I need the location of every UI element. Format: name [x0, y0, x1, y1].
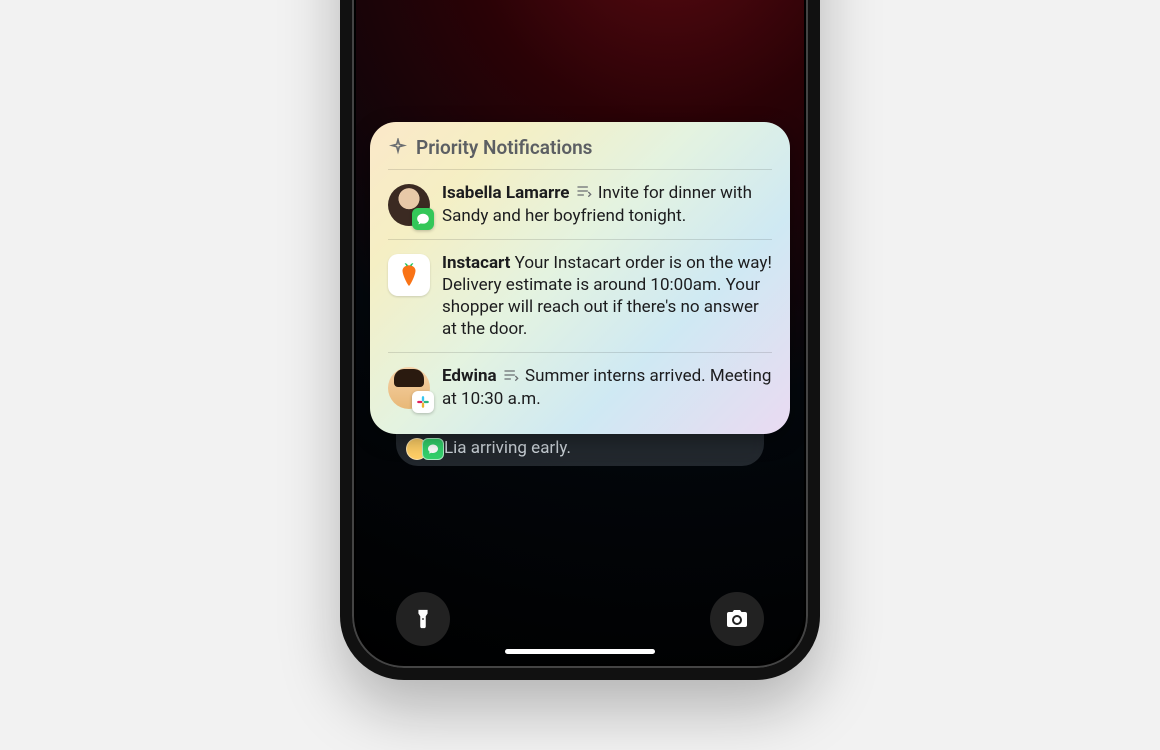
- messages-app-icon: [422, 438, 444, 460]
- background-notification-apps: [406, 438, 444, 460]
- lock-screen-bottom-bar: [356, 592, 804, 646]
- notification-sender: Edwina: [442, 366, 497, 386]
- messages-app-badge-icon: [412, 208, 434, 230]
- flashlight-button[interactable]: [396, 592, 450, 646]
- notification-text: Isabella Lamarre Invite for dinner with …: [442, 182, 772, 227]
- slack-app-badge-icon: [412, 391, 434, 413]
- summary-glyph-icon: [576, 182, 592, 204]
- notification-sender: Instacart: [442, 253, 510, 273]
- flashlight-icon: [412, 608, 434, 630]
- notification-row[interactable]: Instacart Your Instacart order is on the…: [388, 239, 772, 352]
- notification-row[interactable]: Isabella Lamarre Invite for dinner with …: [388, 169, 772, 239]
- notification-avatar: [388, 254, 430, 296]
- priority-sparkle-icon: [388, 138, 408, 158]
- notification-avatar: [388, 184, 430, 226]
- notification-stack: Lia arriving early. Priority Notificatio…: [370, 122, 790, 434]
- notification-sender: Isabella Lamarre: [442, 183, 569, 203]
- home-indicator[interactable]: [505, 649, 655, 654]
- priority-header: Priority Notifications: [388, 136, 772, 169]
- iphone-frame: Lia arriving early. Priority Notificatio…: [340, 0, 820, 680]
- notification-text: Edwina Summer interns arrived. Meeting a…: [442, 365, 772, 410]
- background-notification-text: Lia arriving early.: [444, 438, 571, 458]
- notification-avatar: [388, 367, 430, 409]
- lock-screen: Lia arriving early. Priority Notificatio…: [356, 0, 804, 664]
- instacart-app-icon: [388, 254, 430, 296]
- camera-button[interactable]: [710, 592, 764, 646]
- notification-text: Instacart Your Instacart order is on the…: [442, 252, 772, 340]
- priority-title: Priority Notifications: [416, 136, 592, 159]
- priority-notifications-card[interactable]: Priority Notifications Isabella Lamarre: [370, 122, 790, 434]
- camera-icon: [725, 607, 749, 631]
- notification-row[interactable]: Edwina Summer interns arrived. Meeting a…: [388, 352, 772, 422]
- summary-glyph-icon: [503, 366, 519, 388]
